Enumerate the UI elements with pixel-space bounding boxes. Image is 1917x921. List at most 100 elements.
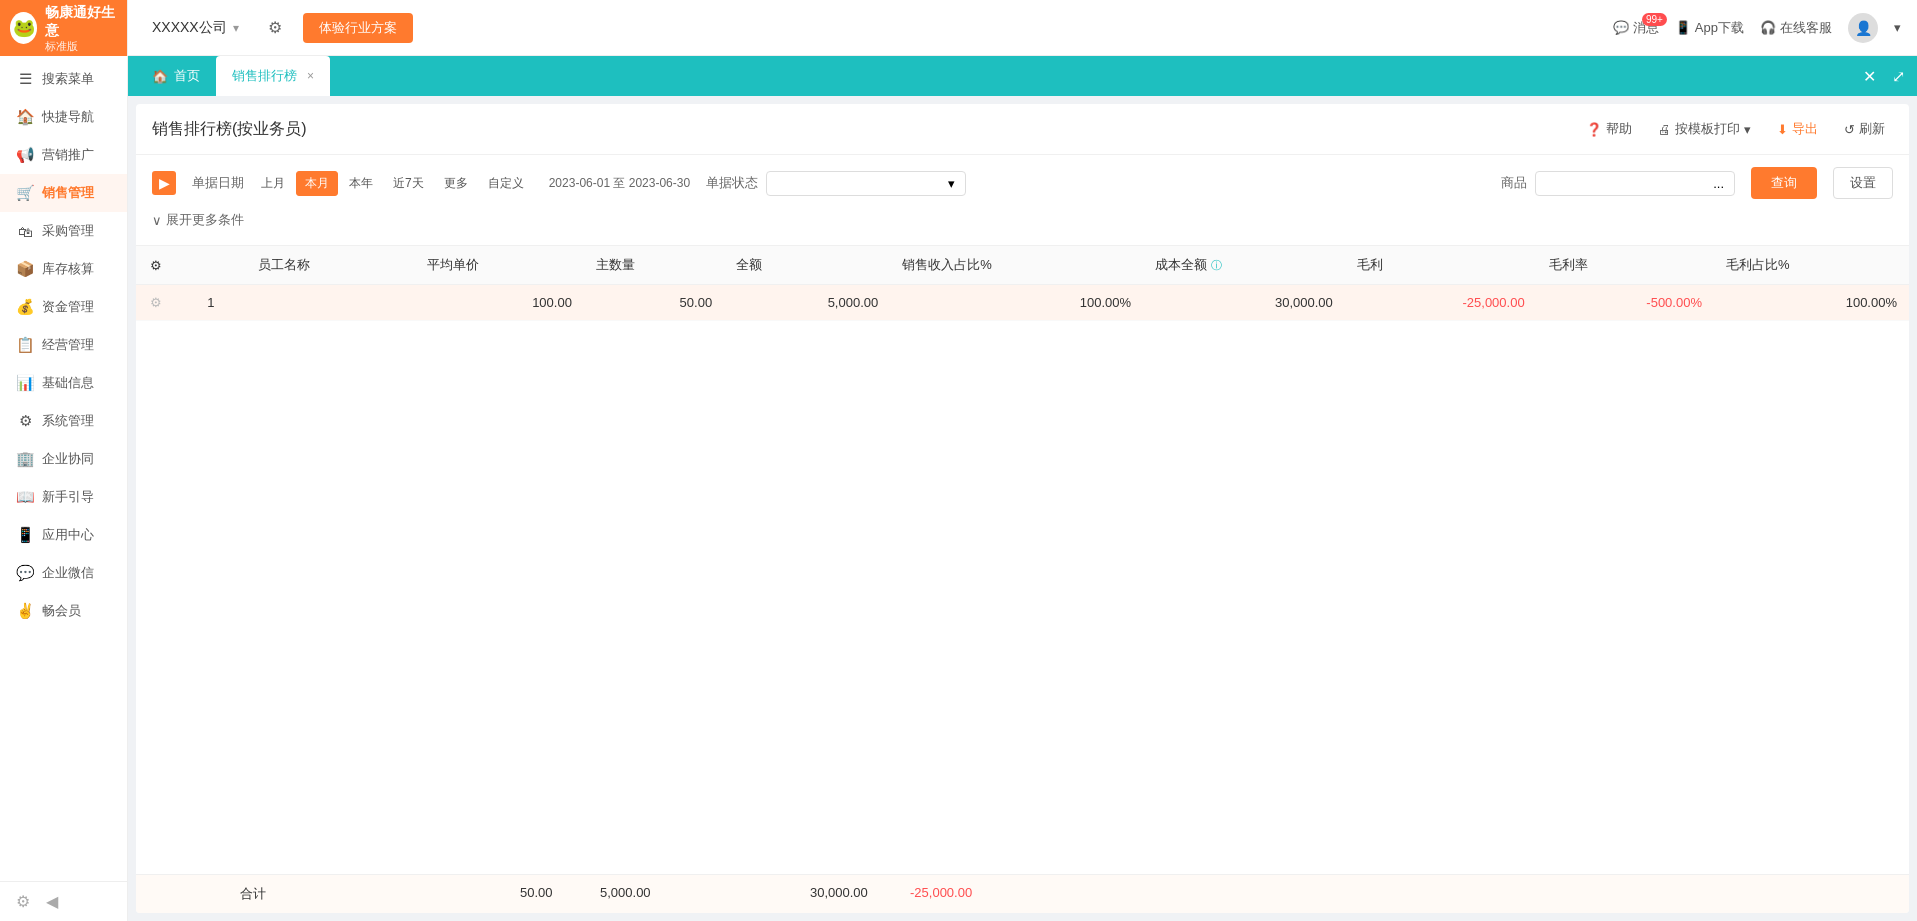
sidebar-label-quick-nav: 快捷导航 — [42, 108, 94, 126]
goods-select[interactable]: ... — [1535, 171, 1735, 196]
date-7days-btn[interactable]: 近7天 — [384, 171, 433, 196]
refresh-icon: ↺ — [1844, 122, 1855, 137]
date-prev-btn[interactable]: 上月 — [252, 171, 294, 196]
col-rank — [176, 246, 246, 285]
date-more-btn[interactable]: 更多 — [435, 171, 477, 196]
table-body: ⚙ 1 100.00 50.00 5,000.00 100.00% 30,000… — [136, 285, 1909, 321]
status-select[interactable]: ▾ — [766, 171, 966, 196]
col-settings[interactable]: ⚙ — [136, 246, 176, 285]
sidebar-label-operations: 经营管理 — [42, 336, 94, 354]
sidebar-label-search-order: 搜索菜单 — [42, 70, 94, 88]
sidebar-item-inventory[interactable]: 📦库存核算 — [0, 250, 127, 288]
online-service-button[interactable]: 🎧 在线客服 — [1760, 19, 1832, 37]
sidebar-icon-purchase: 🛍 — [16, 223, 34, 240]
sidebar-item-system[interactable]: ⚙系统管理 — [0, 402, 127, 440]
goods-filter-label: 商品 — [1501, 174, 1527, 192]
footer-profit: -25,000.00 — [898, 885, 998, 903]
sidebar-item-operations[interactable]: 📋经营管理 — [0, 326, 127, 364]
help-icon: ❓ — [1586, 122, 1602, 137]
sidebar-item-basic-info[interactable]: 📊基础信息 — [0, 364, 127, 402]
row-qty: 50.00 — [584, 285, 724, 321]
goods-filter: 商品 ... — [1501, 171, 1735, 196]
expand-more-button[interactable]: ∨ 展开更多条件 — [152, 211, 1893, 229]
row-profit-ratio: 100.00% — [1714, 285, 1909, 321]
sidebar-item-purchase[interactable]: 🛍采购管理 — [0, 212, 127, 250]
row-cost: 30,000.00 — [1143, 285, 1345, 321]
window-expand-icon[interactable]: ⤢ — [1888, 63, 1909, 90]
tab-active-label: 销售排行榜 — [232, 67, 297, 85]
refresh-button[interactable]: ↺ 刷新 — [1836, 116, 1893, 142]
row-settings[interactable]: ⚙ — [136, 285, 176, 321]
filter-area: ▶ 单据日期 上月 本月 本年 近7天 更多 自定义 2023-06 — [136, 155, 1909, 246]
tab-close-icon[interactable]: × — [307, 69, 314, 83]
sidebar-label-enterprise: 企业协同 — [42, 450, 94, 468]
header-settings-button[interactable]: ⚙ — [259, 12, 291, 44]
footer-total-label: 合计 — [228, 885, 428, 903]
sidebar-item-quick-nav[interactable]: 🏠快捷导航 — [0, 98, 127, 136]
sidebar-item-marketing[interactable]: 📢营销推广 — [0, 136, 127, 174]
tab-bar-right: ✕ ⤢ — [1859, 63, 1909, 90]
expand-icon: ∨ — [152, 213, 162, 228]
sidebar-icon-system: ⚙ — [16, 412, 34, 430]
print-chevron-icon: ▾ — [1744, 122, 1751, 137]
help-button[interactable]: ❓ 帮助 — [1578, 116, 1640, 142]
content-area: 销售排行榜(按业务员) ❓ 帮助 🖨 按模板打印 ▾ ⬇ 导出 — [128, 96, 1917, 921]
tab-home[interactable]: 🏠 首页 — [136, 56, 216, 96]
footer-label — [148, 885, 228, 903]
avatar[interactable]: 👤 — [1848, 13, 1878, 43]
table-row: ⚙ 1 100.00 50.00 5,000.00 100.00% 30,000… — [136, 285, 1909, 321]
expand-row: ∨ 展开更多条件 — [152, 199, 1893, 233]
col-profit: 毛利 — [1345, 246, 1537, 285]
date-custom-btn[interactable]: 自定义 — [479, 171, 533, 196]
query-button[interactable]: 查询 — [1751, 167, 1817, 199]
app-download-button[interactable]: 📱 App下载 — [1675, 19, 1744, 37]
refresh-label: 刷新 — [1859, 120, 1885, 138]
sidebar-item-sales[interactable]: 🛒销售管理 — [0, 174, 127, 212]
tab-home-label: 首页 — [174, 67, 200, 85]
sidebar-icon-basic-info: 📊 — [16, 374, 34, 392]
filter-arrow-button[interactable]: ▶ — [152, 171, 176, 195]
sidebar-icon-marketing: 📢 — [16, 146, 34, 164]
top-header: XXXXX公司 ▾ ⚙ 体验行业方案 💬 消息 99+ 📱 App下载 🎧 在线… — [128, 0, 1917, 56]
sidebar-label-guide: 新手引导 — [42, 488, 94, 506]
sidebar-icon-app-center: 📱 — [16, 526, 34, 544]
page-container: 销售排行榜(按业务员) ❓ 帮助 🖨 按模板打印 ▾ ⬇ 导出 — [136, 104, 1909, 913]
company-selector[interactable]: XXXXX公司 ▾ — [144, 15, 247, 41]
export-button[interactable]: ⬇ 导出 — [1769, 116, 1826, 142]
window-close-icon[interactable]: ✕ — [1859, 63, 1880, 90]
print-button[interactable]: 🖨 按模板打印 ▾ — [1650, 116, 1759, 142]
date-month-btn[interactable]: 本月 — [296, 171, 338, 196]
company-name: XXXXX公司 — [152, 19, 227, 37]
sidebar-label-finance: 资金管理 — [42, 298, 94, 316]
sidebar-item-wechat[interactable]: 💬企业微信 — [0, 554, 127, 592]
sidebar-icon-finance: 💰 — [16, 298, 34, 316]
sidebar-item-app-center[interactable]: 📱应用中心 — [0, 516, 127, 554]
expand-label: 展开更多条件 — [166, 211, 244, 229]
sidebar-item-finance[interactable]: 💰 资金管理 — [0, 288, 127, 326]
sidebar-settings-icon[interactable]: ⚙ — [16, 892, 30, 911]
sidebar-item-member[interactable]: ✌畅会员 — [0, 592, 127, 630]
message-button[interactable]: 💬 消息 99+ — [1613, 19, 1659, 37]
sidebar-item-guide[interactable]: 📖新手引导 — [0, 478, 127, 516]
message-badge: 99+ — [1642, 13, 1667, 26]
message-icon: 💬 — [1613, 20, 1629, 35]
sidebar-icon-wechat: 💬 — [16, 564, 34, 582]
user-name[interactable]: ▾ — [1894, 20, 1901, 35]
sidebar-item-search-order[interactable]: ☰搜索菜单 — [0, 60, 127, 98]
row-avg-price: 100.00 — [415, 285, 584, 321]
sidebar-collapse-icon[interactable]: ◀ — [46, 892, 58, 911]
chevron-down-icon: ▾ — [233, 21, 239, 35]
tab-sales-ranking[interactable]: 销售排行榜 × — [216, 56, 330, 96]
sidebar-icon-inventory: 📦 — [16, 260, 34, 278]
row-amount: 5,000.00 — [724, 285, 890, 321]
sidebar-item-enterprise[interactable]: 🏢企业协同 — [0, 440, 127, 478]
logo-text: 畅康通好生意 标准版 — [45, 3, 117, 54]
col-sales-ratio: 销售收入占比% — [890, 246, 1143, 285]
headset-icon: 🎧 — [1760, 20, 1776, 35]
sidebar: 🐸 畅康通好生意 标准版 ☰搜索菜单🏠快捷导航📢营销推广🛒销售管理🛍采购管理📦库… — [0, 0, 128, 921]
date-year-btn[interactable]: 本年 — [340, 171, 382, 196]
trial-button[interactable]: 体验行业方案 — [303, 13, 413, 43]
settings-config-button[interactable]: 设置 — [1833, 167, 1893, 199]
export-icon: ⬇ — [1777, 122, 1788, 137]
date-filter-label: 单据日期 — [192, 174, 244, 192]
